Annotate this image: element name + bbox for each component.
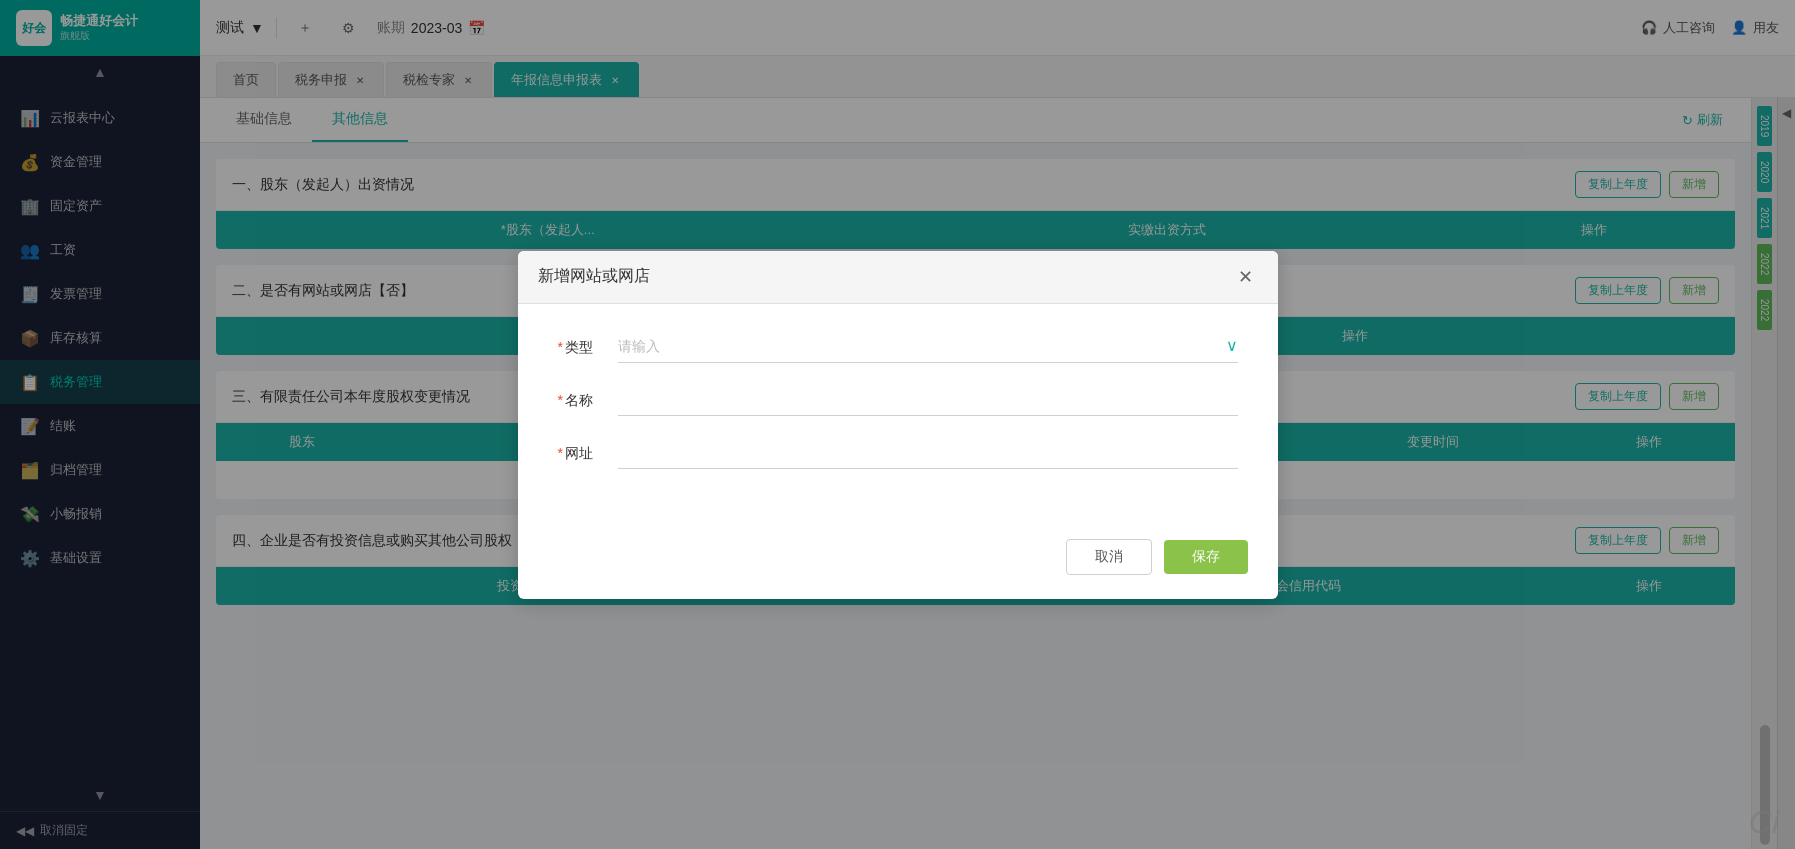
dialog-close-button[interactable]: ✕ [1234,265,1258,289]
dialog-footer: 取消 保存 [518,523,1278,599]
type-dropdown-arrow[interactable]: ∨ [1226,336,1238,355]
name-label: *名称 [558,392,618,410]
required-star-name: * [558,392,563,408]
type-input-wrapper: ∨ [618,334,1238,363]
type-label: *类型 [558,339,618,357]
cancel-button[interactable]: 取消 [1066,539,1152,575]
name-input[interactable] [618,387,1238,411]
add-website-dialog: 新增网站或网店 ✕ *类型 ∨ *名称 [518,251,1278,599]
form-row-type: *类型 ∨ [558,334,1238,363]
url-input-wrapper [618,440,1238,469]
required-star-type: * [558,339,563,355]
type-input[interactable] [618,334,1226,358]
name-input-wrapper [618,387,1238,416]
url-label: *网址 [558,445,618,463]
dialog-header: 新增网站或网店 ✕ [518,251,1278,304]
form-row-name: *名称 [558,387,1238,416]
required-star-url: * [558,445,563,461]
dialog-overlay[interactable]: 新增网站或网店 ✕ *类型 ∨ *名称 [0,0,1795,849]
dialog-title: 新增网站或网店 [538,266,650,287]
form-row-url: *网址 [558,440,1238,469]
dialog-body: *类型 ∨ *名称 *网址 [518,304,1278,523]
save-button[interactable]: 保存 [1164,540,1248,574]
url-input[interactable] [618,440,1238,464]
